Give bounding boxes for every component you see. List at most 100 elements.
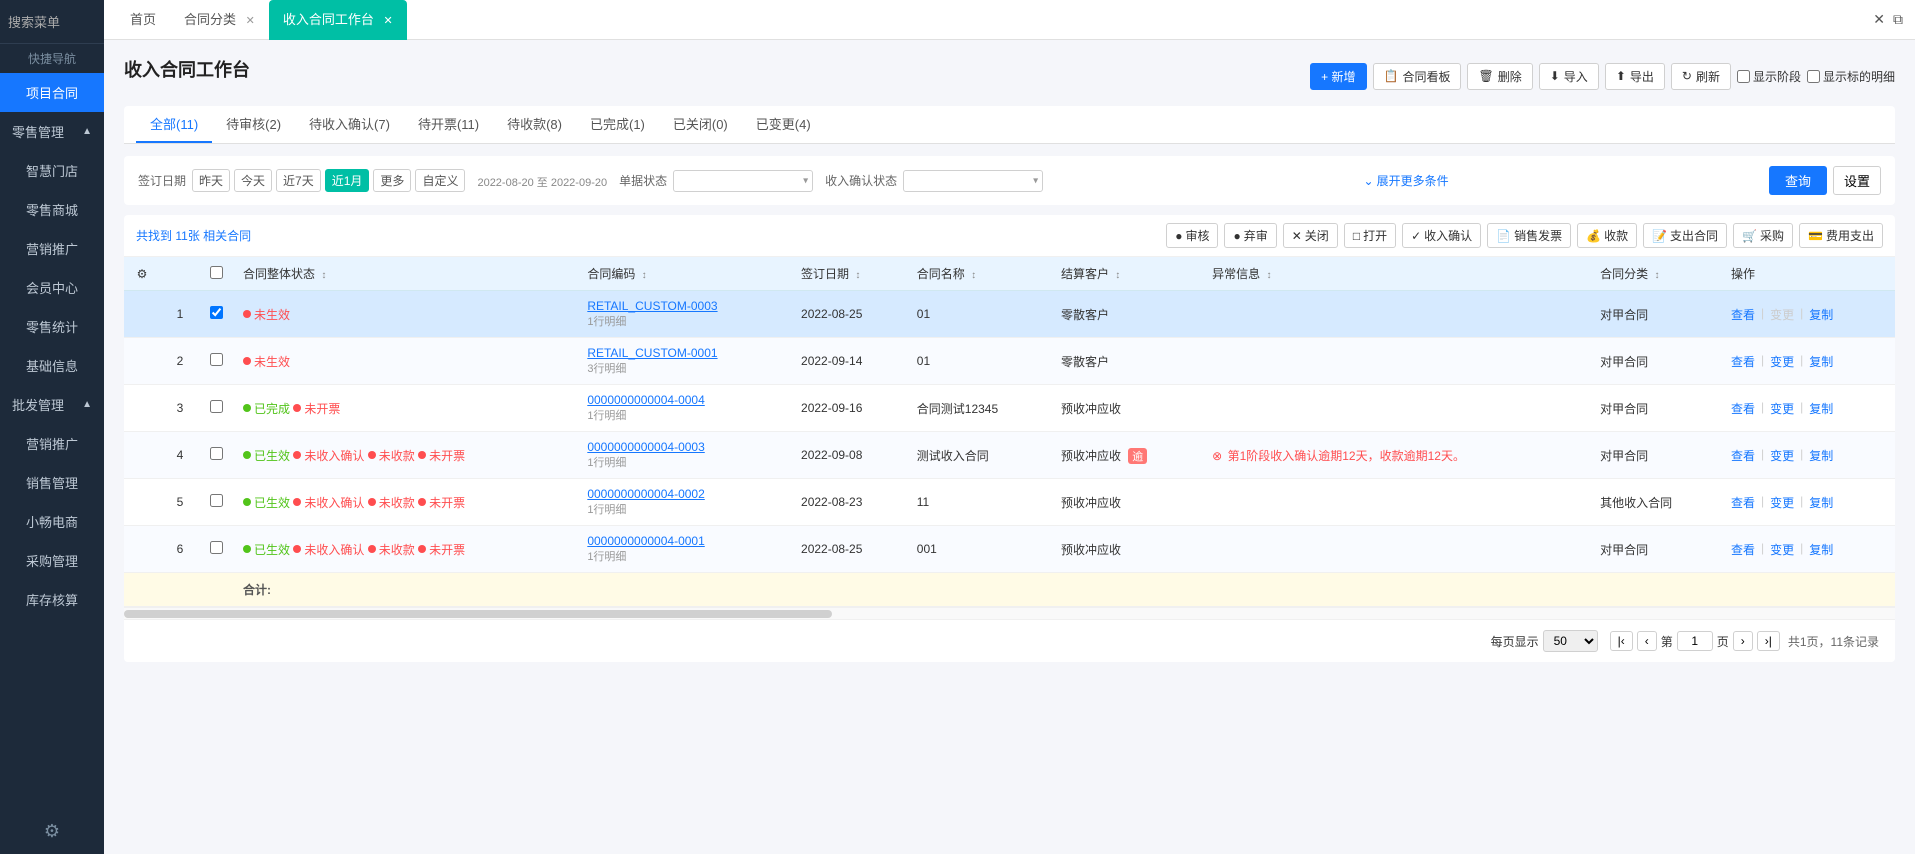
abandon-btn[interactable]: ● 弃审 <box>1224 223 1276 248</box>
purchase-btn[interactable]: 🛒 采购 <box>1733 223 1793 248</box>
contract-code-link[interactable]: 0000000000004-0003 <box>587 440 704 454</box>
filter-tab-completed[interactable]: 已完成(1) <box>576 106 659 143</box>
contract-code-link[interactable]: 0000000000004-0002 <box>587 487 704 501</box>
sort-icon[interactable]: ↕ <box>642 270 647 281</box>
delete-button[interactable]: 🗑 删除 <box>1467 63 1532 90</box>
contract-code-link[interactable]: RETAIL_CUSTOM-0001 <box>587 346 717 360</box>
show-detail-checkbox[interactable]: 显示标的明细 <box>1807 68 1895 85</box>
sort-icon[interactable]: ↕ <box>1654 270 1659 281</box>
settings-icon[interactable]: ⚙ <box>137 267 148 281</box>
sales-invoice-btn[interactable]: 📄 销售发票 <box>1487 223 1571 248</box>
page-size-select[interactable]: 50 10 20 100 <box>1543 630 1598 652</box>
sort-icon[interactable]: ↕ <box>1115 270 1120 281</box>
contract-code-link[interactable]: RETAIL_CUSTOM-0003 <box>587 299 717 313</box>
setting-button[interactable]: 设置 <box>1833 166 1881 195</box>
view-action[interactable]: 查看 <box>1731 306 1755 323</box>
sidebar-item-project[interactable]: 项目合同 <box>0 73 104 112</box>
sidebar-item-stock[interactable]: 库存核算 <box>0 580 104 619</box>
sidebar-item-sales-mgmt[interactable]: 销售管理 <box>0 463 104 502</box>
date-btn-custom[interactable]: 自定义 <box>415 169 465 192</box>
import-button[interactable]: ⬇ 导入 <box>1539 63 1599 90</box>
copy-action[interactable]: 复制 <box>1809 353 1833 370</box>
col-setting[interactable]: ⚙ <box>124 257 160 291</box>
first-page-btn[interactable]: |‹ <box>1610 631 1633 651</box>
change-action[interactable]: 变更 <box>1770 447 1794 464</box>
prev-page-btn[interactable]: ‹ <box>1637 631 1657 651</box>
page-input[interactable] <box>1677 631 1713 651</box>
sort-icon[interactable]: ↕ <box>855 270 860 281</box>
copy-action[interactable]: 复制 <box>1809 447 1833 464</box>
sidebar-item-purchase[interactable]: 采购管理 <box>0 541 104 580</box>
sidebar-item-marketing2[interactable]: 营销推广 <box>0 424 104 463</box>
review-btn[interactable]: ● 审核 <box>1166 223 1218 248</box>
copy-action[interactable]: 复制 <box>1809 400 1833 417</box>
gear-icon[interactable]: ⚙ <box>0 809 104 854</box>
sidebar-search[interactable]: 搜索菜单 <box>0 0 104 44</box>
change-action[interactable]: 变更 <box>1770 494 1794 511</box>
refresh-button[interactable]: ↻ 刷新 <box>1671 63 1731 90</box>
change-action[interactable]: 变更 <box>1770 306 1794 323</box>
tab-close-income-workbench[interactable]: ✕ <box>384 15 393 27</box>
sidebar-item-retail-mall[interactable]: 零售商城 <box>0 190 104 229</box>
payment-btn[interactable]: 💰 收款 <box>1577 223 1637 248</box>
query-button[interactable]: 查询 <box>1769 166 1827 195</box>
expense-btn[interactable]: 💳 费用支出 <box>1799 223 1883 248</box>
income-confirm-btn[interactable]: ✓ 收入确认 <box>1402 223 1481 248</box>
date-btn-last1m[interactable]: 近1月 <box>325 169 370 192</box>
restore-window-icon[interactable]: ⧉ <box>1893 11 1903 28</box>
next-page-btn[interactable]: › <box>1733 631 1753 651</box>
income-confirm-status-select[interactable] <box>903 170 1043 192</box>
copy-action[interactable]: 复制 <box>1809 494 1833 511</box>
sidebar-item-batch-mgmt[interactable]: 批发管理 ▲ <box>0 385 104 424</box>
kanban-button[interactable]: 📋 合同看板 <box>1373 63 1462 90</box>
last-page-btn[interactable]: ›| <box>1757 631 1780 651</box>
filter-tab-closed[interactable]: 已关闭(0) <box>659 106 742 143</box>
sidebar-item-smart-store[interactable]: 智慧门店 <box>0 151 104 190</box>
sidebar-item-member[interactable]: 会员中心 <box>0 268 104 307</box>
tab-close-contract-category[interactable]: ✕ <box>246 15 255 27</box>
view-action[interactable]: 查看 <box>1731 447 1755 464</box>
date-btn-last7[interactable]: 近7天 <box>276 169 321 192</box>
view-action[interactable]: 查看 <box>1731 494 1755 511</box>
horizontal-scrollbar[interactable] <box>124 607 1895 619</box>
sidebar-item-retail-mgmt[interactable]: 零售管理 ▲ <box>0 112 104 151</box>
add-button[interactable]: + 新增 <box>1310 63 1366 90</box>
view-action[interactable]: 查看 <box>1731 400 1755 417</box>
contract-code-link[interactable]: 0000000000004-0001 <box>587 534 704 548</box>
open-btn[interactable]: □ 打开 <box>1344 223 1396 248</box>
filter-tab-pending-payment[interactable]: 待收款(8) <box>493 106 576 143</box>
select-all-checkbox[interactable] <box>210 266 223 279</box>
date-btn-today[interactable]: 今天 <box>234 169 272 192</box>
sort-icon[interactable]: ↕ <box>321 270 326 281</box>
tab-income-workbench[interactable]: 收入合同工作台 ✕ <box>269 0 407 40</box>
change-action[interactable]: 变更 <box>1770 541 1794 558</box>
show-cols-checkbox[interactable]: 显示阶段 <box>1737 68 1801 85</box>
filter-tab-pending-income[interactable]: 待收入确认(7) <box>295 106 404 143</box>
view-action[interactable]: 查看 <box>1731 353 1755 370</box>
change-action[interactable]: 变更 <box>1770 353 1794 370</box>
contract-code-link[interactable]: 0000000000004-0004 <box>587 393 704 407</box>
change-action[interactable]: 变更 <box>1770 400 1794 417</box>
sort-icon[interactable]: ↕ <box>1267 270 1272 281</box>
export-button[interactable]: ⬆ 导出 <box>1605 63 1665 90</box>
filter-tab-pending-review[interactable]: 待审核(2) <box>212 106 295 143</box>
view-action[interactable]: 查看 <box>1731 541 1755 558</box>
copy-action[interactable]: 复制 <box>1809 541 1833 558</box>
sidebar-item-xiaopu[interactable]: 小畅电商 <box>0 502 104 541</box>
doc-status-select[interactable] <box>673 170 813 192</box>
date-btn-more[interactable]: 更多 <box>373 169 411 192</box>
close-window-icon[interactable]: ✕ <box>1873 11 1885 28</box>
copy-action[interactable]: 复制 <box>1809 306 1833 323</box>
close-btn[interactable]: ✕ 关闭 <box>1283 223 1338 248</box>
tab-contract-category[interactable]: 合同分类 ✕ <box>170 0 269 40</box>
sort-icon[interactable]: ↕ <box>971 270 976 281</box>
sidebar-item-marketing[interactable]: 营销推广 <box>0 229 104 268</box>
tab-home[interactable]: 首页 <box>116 0 170 40</box>
filter-tab-all[interactable]: 全部(11) <box>136 106 212 143</box>
out-contract-btn[interactable]: 📝 支出合同 <box>1643 223 1727 248</box>
date-btn-yesterday[interactable]: 昨天 <box>192 169 230 192</box>
sidebar-item-retail-stats[interactable]: 零售统计 <box>0 307 104 346</box>
expand-conditions-btn[interactable]: ⌄ 展开更多条件 <box>1364 172 1449 189</box>
sidebar-item-basic-info[interactable]: 基础信息 <box>0 346 104 385</box>
filter-tab-changed[interactable]: 已变更(4) <box>742 106 825 143</box>
